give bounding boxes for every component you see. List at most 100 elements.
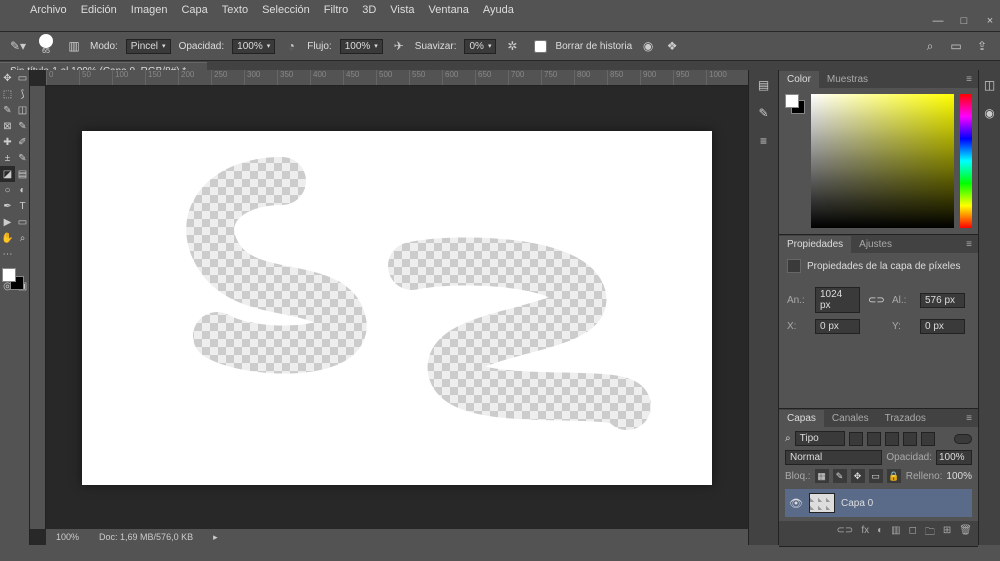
pen-tool[interactable]: ✒ — [0, 198, 15, 214]
actions-panel-icon[interactable]: ≡ — [755, 132, 773, 150]
menu-3d[interactable]: 3D — [362, 4, 376, 16]
menu-archivo[interactable]: Archivo — [30, 4, 67, 16]
width-input[interactable]: 1024 px — [815, 287, 860, 313]
ruler-vertical[interactable] — [30, 86, 46, 529]
edit-toolbar[interactable]: ⋯ — [0, 246, 15, 262]
history-brush-tool[interactable]: ✎ — [15, 150, 30, 166]
mask-icon[interactable]: ◐ — [877, 525, 883, 542]
airbrush-icon[interactable]: ✈ — [391, 38, 407, 54]
fg-color-icon[interactable] — [785, 94, 799, 108]
opacity-dropdown[interactable]: 100% — [232, 39, 275, 54]
clone-tool[interactable]: ± — [0, 150, 15, 166]
blur-tool[interactable]: ○ — [0, 182, 15, 198]
filter-kind-icon[interactable]: ⌕ — [785, 433, 791, 444]
visibility-icon[interactable]: 👁 — [789, 497, 803, 510]
layer-name[interactable]: Capa 0 — [841, 498, 873, 509]
menu-imagen[interactable]: Imagen — [131, 4, 168, 16]
libraries-icon[interactable]: ◫ — [981, 76, 999, 94]
brush-preview[interactable]: 65 — [34, 34, 58, 58]
gradient-tool[interactable]: ▤ — [15, 166, 30, 182]
lock-all-icon[interactable]: 🔒 — [887, 469, 901, 483]
layer-opacity-input[interactable]: 100% — [936, 450, 972, 465]
height-input[interactable]: 576 px — [920, 293, 965, 308]
filter-toggle[interactable] — [954, 434, 972, 444]
layers-menu-icon[interactable]: ≡ — [960, 413, 978, 424]
pressure-size-icon[interactable]: ◉ — [640, 38, 656, 54]
doc-info-arrow-icon[interactable]: ▸ — [213, 532, 218, 543]
y-input[interactable]: 0 px — [920, 319, 965, 334]
delete-layer-icon[interactable]: 🗑 — [959, 525, 972, 542]
link-wh-icon[interactable]: ⊂⊃ — [868, 295, 884, 306]
minimize-button[interactable]: — — [932, 15, 944, 27]
eyedropper-tool[interactable]: ✎ — [15, 118, 30, 134]
eraser-tool[interactable]: ◪ — [0, 166, 15, 182]
menu-vista[interactable]: Vista — [390, 4, 414, 16]
smoothing-dropdown[interactable]: 0% — [464, 39, 496, 54]
mode-dropdown[interactable]: Pincel — [126, 39, 171, 54]
flow-dropdown[interactable]: 100% — [340, 39, 383, 54]
lock-position-icon[interactable]: ✥ — [851, 469, 865, 483]
pressure-opacity-icon[interactable]: ◔ — [283, 38, 299, 54]
hue-slider[interactable] — [960, 94, 972, 228]
search-icon[interactable]: ⌕ — [922, 38, 938, 54]
type-tool[interactable]: T — [15, 198, 30, 214]
menu-edicion[interactable]: Edición — [81, 4, 117, 16]
color-panel-menu-icon[interactable]: ≡ — [960, 74, 978, 85]
maximize-button[interactable]: □ — [958, 15, 970, 27]
layer-thumbnail[interactable] — [809, 493, 835, 513]
lasso-tool[interactable]: ⟆ — [15, 86, 30, 102]
path-select-tool[interactable]: ▶ — [0, 214, 15, 230]
fx-icon[interactable]: fx — [861, 525, 869, 542]
move-tool[interactable]: ✥ — [0, 70, 15, 86]
properties-menu-icon[interactable]: ≡ — [960, 239, 978, 250]
canvas[interactable] — [82, 131, 712, 485]
marquee-tool[interactable]: ⬚ — [0, 86, 15, 102]
tab-layers[interactable]: Capas — [779, 410, 824, 427]
menu-seleccion[interactable]: Selección — [262, 4, 310, 16]
shape-tool[interactable]: ▭ — [15, 214, 30, 230]
hand-tool[interactable]: ✋ — [0, 230, 15, 246]
artboard-tool[interactable]: ▭ — [15, 70, 30, 86]
tab-channels[interactable]: Canales — [824, 410, 877, 427]
fill-input[interactable]: 100% — [946, 471, 972, 482]
erase-history-checkbox[interactable] — [534, 40, 547, 53]
brushes-panel-icon[interactable]: ✎ — [755, 104, 773, 122]
filter-smart-icon[interactable] — [921, 432, 935, 446]
adjustment-icon[interactable]: ▥ — [891, 525, 900, 542]
brush-panel-icon[interactable]: ▥ — [66, 38, 82, 54]
foreground-swatch[interactable] — [2, 268, 16, 282]
tab-swatches[interactable]: Muestras — [819, 71, 876, 88]
learn-icon[interactable]: ◉ — [981, 104, 999, 122]
symmetry-icon[interactable]: ❖ — [664, 38, 680, 54]
blend-mode-dropdown[interactable]: Normal — [785, 450, 882, 465]
brush-tool[interactable]: ✐ — [15, 134, 30, 150]
new-layer-icon[interactable]: ⊞ — [943, 525, 951, 542]
x-input[interactable]: 0 px — [815, 319, 860, 334]
filter-text-icon[interactable] — [885, 432, 899, 446]
color-swatches[interactable] — [0, 266, 30, 294]
lock-artboard-icon[interactable]: ▭ — [869, 469, 883, 483]
ruler-horizontal[interactable]: 0501001502002503003504004505005506006507… — [46, 70, 748, 86]
menu-capa[interactable]: Capa — [181, 4, 207, 16]
quick-select-tool[interactable]: ✎ — [0, 102, 15, 118]
tab-adjustments[interactable]: Ajustes — [851, 236, 900, 253]
tab-paths[interactable]: Trazados — [877, 410, 934, 427]
workspace-icon[interactable]: ▭ — [948, 38, 964, 54]
frame-tool[interactable]: ⊠ — [0, 118, 15, 134]
smoothing-gear-icon[interactable]: ✲ — [504, 38, 520, 54]
tab-color[interactable]: Color — [779, 71, 819, 88]
share-icon[interactable]: ⇪ — [974, 38, 990, 54]
menu-filtro[interactable]: Filtro — [324, 4, 348, 16]
lock-pixels-icon[interactable]: ✎ — [833, 469, 847, 483]
filter-shape-icon[interactable] — [903, 432, 917, 446]
lock-transparent-icon[interactable]: ▦ — [815, 469, 829, 483]
healing-tool[interactable]: ✚ — [0, 134, 15, 150]
color-spectrum[interactable] — [811, 94, 954, 228]
menu-ayuda[interactable]: Ayuda — [483, 4, 514, 16]
zoom-tool[interactable]: ⌕ — [15, 230, 30, 246]
menu-texto[interactable]: Texto — [222, 4, 248, 16]
tab-properties[interactable]: Propiedades — [779, 236, 851, 253]
filter-pixel-icon[interactable] — [849, 432, 863, 446]
folder-icon[interactable]: 🗀 — [925, 525, 935, 542]
dodge-tool[interactable]: ◐ — [15, 182, 30, 198]
